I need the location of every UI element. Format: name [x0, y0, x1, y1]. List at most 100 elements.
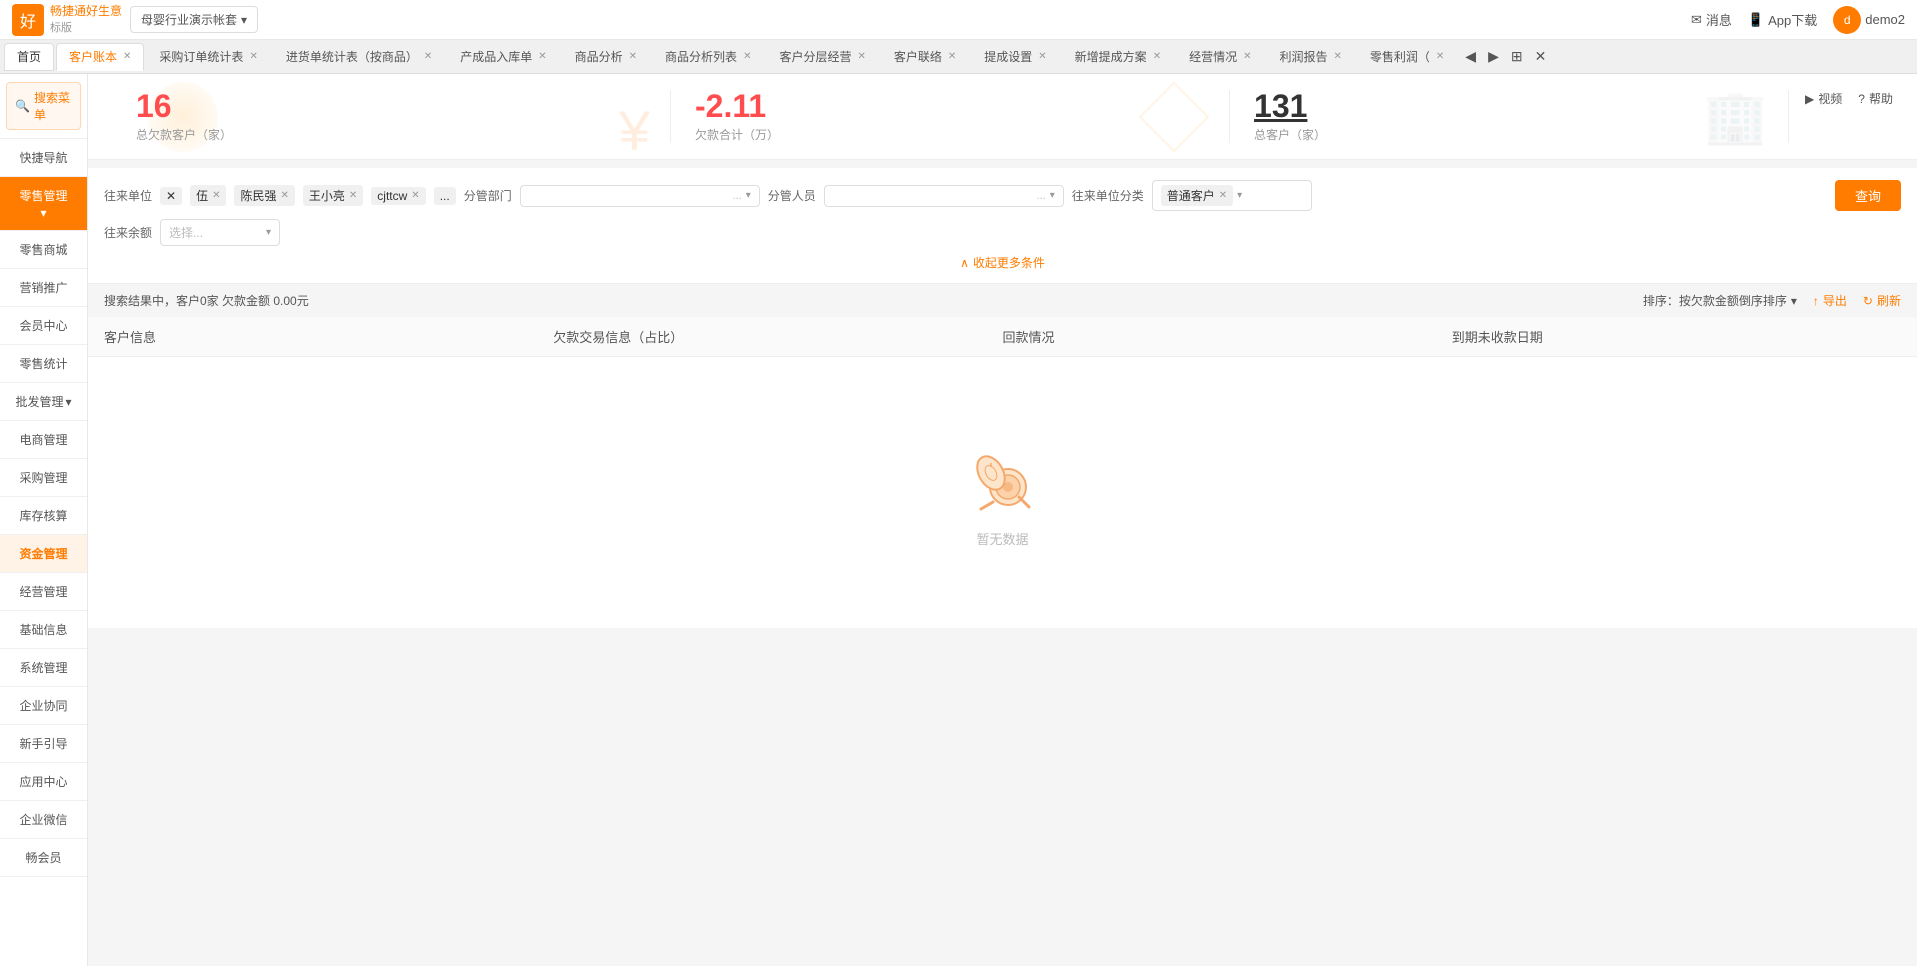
sidebar-item-batch[interactable]: 批发管理 ▾: [0, 383, 87, 421]
retail-mall-label: 零售商城: [19, 241, 67, 258]
tab-home[interactable]: 首页: [4, 43, 54, 71]
video-button[interactable]: ▶ 视频: [1805, 90, 1842, 107]
result-summary: 搜索结果中，客户0家 欠款金额 0.00元: [104, 292, 309, 309]
balance-selector[interactable]: 选择... ▾: [160, 219, 280, 246]
help-button[interactable]: ? 帮助: [1858, 90, 1893, 107]
person-dots: ...: [1037, 190, 1046, 202]
tab-expand-button[interactable]: ⊞: [1505, 48, 1529, 65]
tab-customer-layer[interactable]: 客户分层经营 ✕: [766, 43, 878, 71]
tab-profit[interactable]: 利润报告 ✕: [1266, 43, 1354, 71]
sidebar-item-wechat[interactable]: 企业微信: [0, 801, 87, 839]
sidebar-item-retail[interactable]: 零售管理 ▾: [0, 177, 87, 231]
filter-tag-more[interactable]: ...: [434, 187, 456, 205]
refresh-button[interactable]: ↻ 刷新: [1863, 292, 1901, 309]
filter-tag-chen-remove[interactable]: ✕: [281, 190, 289, 201]
person-selector[interactable]: ... ▾: [824, 185, 1064, 207]
tab-production-label: 产成品入库单: [460, 48, 532, 65]
tab-production[interactable]: 产成品入库单 ✕: [447, 43, 559, 71]
message-button[interactable]: ✉ 消息: [1691, 10, 1732, 29]
filter-tag-cjttcw: cjttcw ✕: [371, 187, 425, 205]
sidebar-item-operation[interactable]: 经营管理: [0, 573, 87, 611]
tab-retail-close[interactable]: ✕: [1436, 51, 1444, 62]
col-date-header: 到期未收款日期: [1452, 327, 1901, 346]
tab-new-achievement[interactable]: 新增提成方案 ✕: [1062, 43, 1174, 71]
stat-icon-customers: ¥: [619, 98, 650, 163]
tab-close-all-button[interactable]: ✕: [1529, 48, 1553, 65]
ecommerce-label: 电商管理: [19, 431, 67, 448]
vip-label: 畅会员: [25, 849, 61, 866]
filter-tag-wu: 伍 ✕: [190, 185, 226, 206]
sidebar-item-retail-stats[interactable]: 零售统计: [0, 345, 87, 383]
tab-customers[interactable]: 客户账本 ✕: [56, 43, 144, 71]
wechat-label: 企业微信: [19, 811, 67, 828]
sidebar-item-finance[interactable]: 资金管理: [0, 535, 87, 573]
sidebar-item-member[interactable]: 会员中心: [0, 307, 87, 345]
tab-product-analysis[interactable]: 商品分析 ✕: [562, 43, 650, 71]
sidebar-item-quick-nav[interactable]: 快捷导航: [0, 139, 87, 177]
help-icon: ?: [1858, 92, 1865, 106]
tab-prev-button[interactable]: ◀: [1459, 48, 1482, 65]
sidebar-item-marketing[interactable]: 营销推广: [0, 269, 87, 307]
dept-arrow-icon: ▾: [746, 190, 751, 201]
sidebar-item-inventory[interactable]: 库存核算: [0, 497, 87, 535]
balance-arrow-icon: ▾: [266, 227, 271, 238]
tab-layer-close[interactable]: ✕: [857, 51, 865, 62]
sidebar-item-enterprise-coop[interactable]: 企业协同: [0, 687, 87, 725]
sidebar-item-vip[interactable]: 畅会员: [0, 839, 87, 877]
tab-next-button[interactable]: ▶: [1482, 48, 1505, 65]
sidebar-item-ecommerce[interactable]: 电商管理: [0, 421, 87, 459]
sidebar-item-basic[interactable]: 基础信息: [0, 611, 87, 649]
filter-tag-cjttcw-remove[interactable]: ✕: [411, 190, 419, 201]
main-layout: 🔍 搜索菜单 快捷导航 零售管理 ▾ 零售商城 营销推广 会员中心 零售统计 批…: [0, 74, 1917, 966]
tab-achievement-close[interactable]: ✕: [1153, 51, 1161, 62]
tab-reminder[interactable]: 提成设置 ✕: [971, 43, 1059, 71]
tab-contact-close[interactable]: ✕: [948, 51, 956, 62]
stat-debt-label: 欠款合计（万）: [695, 126, 779, 143]
filter-tag-wu-remove[interactable]: ✕: [212, 190, 220, 201]
tab-profit-close[interactable]: ✕: [1334, 51, 1342, 62]
download-button[interactable]: 📱 App下载: [1748, 10, 1817, 29]
export-button[interactable]: ↑ 导出: [1813, 292, 1847, 309]
tab-stock-stats[interactable]: 进货单统计表（按商品） ✕: [273, 43, 445, 71]
sidebar-item-retail-mall[interactable]: 零售商城: [0, 231, 87, 269]
workspace-selector[interactable]: 母婴行业演示帐套 ▾: [130, 6, 258, 33]
sidebar-item-app-center[interactable]: 应用中心: [0, 763, 87, 801]
tab-production-close[interactable]: ✕: [538, 51, 546, 62]
filter-tag-chen: 陈民强 ✕: [234, 185, 294, 206]
stat-total-debt: -2.11 欠款合计（万）: [671, 90, 1230, 143]
tab-product-close[interactable]: ✕: [629, 51, 637, 62]
content-area: ¥ 16 总欠款客户（家） -2.11 欠款合计（万） 🏢 131 总客户（家）…: [88, 74, 1917, 966]
empty-label: 暂无数据: [976, 529, 1028, 548]
tab-operation-close[interactable]: ✕: [1243, 51, 1251, 62]
message-label: 消息: [1706, 10, 1732, 29]
tab-purchase-orders[interactable]: 采购订单统计表 ✕: [146, 43, 270, 71]
tab-operation[interactable]: 经营情况 ✕: [1176, 43, 1264, 71]
collapse-button[interactable]: ∧ 收起更多条件: [960, 254, 1045, 271]
query-button[interactable]: 查询: [1835, 180, 1901, 211]
search-menu-button[interactable]: 🔍 搜索菜单: [6, 82, 81, 130]
sidebar-item-purchase[interactable]: 采购管理: [0, 459, 87, 497]
sidebar-item-system[interactable]: 系统管理: [0, 649, 87, 687]
workspace-label: 母婴行业演示帐套: [141, 11, 237, 28]
user-area[interactable]: d demo2: [1833, 6, 1905, 34]
tab-retail-profit[interactable]: 零售利润（ ✕: [1357, 43, 1457, 71]
tab-reminder-close[interactable]: ✕: [1038, 51, 1046, 62]
unit-class-remove[interactable]: ✕: [1219, 190, 1227, 201]
dept-selector[interactable]: ... ▾: [520, 185, 760, 207]
sidebar-item-beginner[interactable]: 新手引导: [0, 725, 87, 763]
tab-product-list-close[interactable]: ✕: [743, 51, 751, 62]
tab-customer-contact[interactable]: 客户联络 ✕: [881, 43, 969, 71]
tab-customers-close[interactable]: ✕: [123, 51, 131, 62]
collapse-up-icon: ∧: [960, 256, 969, 270]
sort-selector[interactable]: 排序：按欠款金额倒序排序 ▾: [1643, 292, 1797, 309]
unit-class-selector[interactable]: 普通客户 ✕ ▾: [1152, 180, 1312, 211]
download-icon: 📱: [1748, 12, 1764, 28]
operation-label: 经营管理: [19, 583, 67, 600]
system-label: 系统管理: [19, 659, 67, 676]
tab-product-list[interactable]: 商品分析列表 ✕: [652, 43, 764, 71]
avatar: d: [1833, 6, 1861, 34]
tab-purchase-close[interactable]: ✕: [249, 51, 257, 62]
tab-home-label: 首页: [17, 48, 41, 65]
filter-tag-wang-remove[interactable]: ✕: [349, 190, 357, 201]
tab-stock-close[interactable]: ✕: [424, 51, 432, 62]
